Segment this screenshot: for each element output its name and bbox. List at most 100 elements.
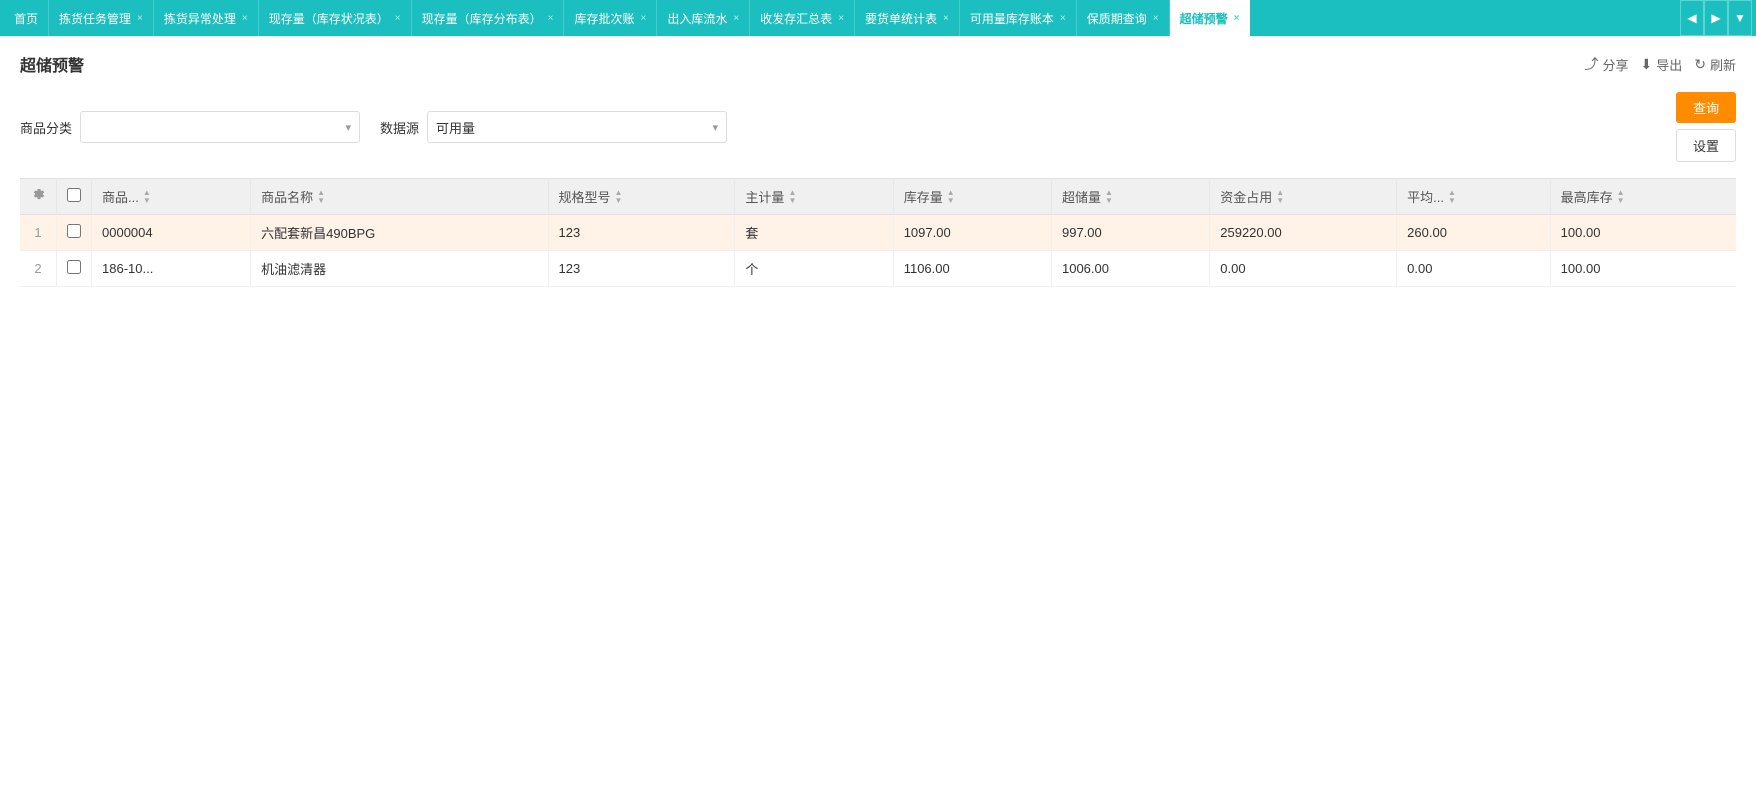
th-spec-label: 规格型号 (559, 187, 611, 206)
query-button[interactable]: 查询 (1676, 92, 1736, 123)
nav-tab-receipt-summary[interactable]: 收发存汇总表 × (750, 0, 855, 36)
close-icon[interactable]: × (1234, 13, 1240, 24)
th-gear (20, 179, 57, 215)
data-table: 商品... ▲▼ 商品名称 ▲▼ 规格型号 ▲▼ (20, 178, 1736, 287)
nav-tab-pick-task[interactable]: 拣货任务管理 × (49, 0, 154, 36)
gear-icon[interactable] (30, 187, 46, 203)
row-checkbox[interactable] (67, 260, 81, 274)
datasource-select[interactable]: 可用量 ▾ (427, 111, 727, 143)
page-title: 超储预警 (20, 52, 84, 76)
page-container: 超储预警 ⤴ 分享 ⬇ 导出 ↻ 刷新 商品分类 ▾ 数据源 (0, 36, 1756, 800)
overstock: 1006.00 (1051, 251, 1209, 287)
nav-tab-demand-stat[interactable]: 要货单统计表 × (855, 0, 960, 36)
select-all-checkbox[interactable] (67, 188, 81, 202)
close-icon[interactable]: × (548, 13, 554, 24)
th-product-name-label: 商品名称 (261, 187, 313, 206)
share-label: 分享 (1602, 55, 1628, 74)
close-icon[interactable]: × (640, 13, 646, 24)
sort-icon[interactable]: ▲▼ (947, 189, 955, 205)
nav-more-button[interactable]: ▼ (1728, 0, 1752, 36)
top-navigation: 首页 拣货任务管理 × 拣货异常处理 × 现存量（库存状况表） × 现存量（库存… (0, 0, 1756, 36)
th-stock-label: 库存量 (904, 187, 943, 206)
overstock: 997.00 (1051, 215, 1209, 251)
stock: 1097.00 (893, 215, 1051, 251)
refresh-icon: ↻ (1694, 56, 1706, 73)
nav-prev-button[interactable]: ◀ (1680, 0, 1704, 36)
close-icon[interactable]: × (242, 13, 248, 24)
th-capital-label: 资金占用 (1220, 187, 1272, 206)
datasource-select-value: 可用量 (436, 118, 475, 137)
stock: 1106.00 (893, 251, 1051, 287)
nav-tab-home[interactable]: 首页 (4, 0, 49, 36)
row-checkbox-cell (57, 251, 92, 287)
refresh-label: 刷新 (1710, 55, 1736, 74)
product-code: 0000004 (92, 215, 251, 251)
th-stock: 库存量 ▲▼ (893, 179, 1051, 215)
avg: 0.00 (1397, 251, 1551, 287)
table-row: 1 0000004 六配套新昌490BPG 123 套 1097.00 997.… (20, 215, 1736, 251)
settings-button[interactable]: 设置 (1676, 129, 1736, 162)
refresh-button[interactable]: ↻ 刷新 (1694, 55, 1736, 74)
th-product-code-label: 商品... (102, 187, 139, 206)
nav-tab-overstock[interactable]: 超储预警 × (1170, 0, 1251, 36)
category-filter-group: 商品分类 ▾ (20, 111, 360, 143)
close-icon[interactable]: × (1153, 13, 1159, 24)
th-spec: 规格型号 ▲▼ (548, 179, 735, 215)
nav-tab-batch-account[interactable]: 库存批次账 × (564, 0, 657, 36)
sort-icon[interactable]: ▲▼ (1276, 189, 1284, 205)
sort-icon[interactable]: ▲▼ (1448, 189, 1456, 205)
datasource-filter-label: 数据源 (380, 118, 419, 137)
nav-tab-shelf-life[interactable]: 保质期查询 × (1077, 0, 1170, 36)
row-checkbox[interactable] (67, 224, 81, 238)
nav-next-button[interactable]: ▶ (1704, 0, 1728, 36)
datasource-filter-group: 数据源 可用量 ▾ (380, 111, 727, 143)
spec: 123 (548, 251, 735, 287)
sort-icon[interactable]: ▲▼ (1617, 189, 1625, 205)
filter-row: 商品分类 ▾ 数据源 可用量 ▾ 查询 设置 (20, 92, 1736, 162)
sort-icon[interactable]: ▲▼ (1105, 189, 1113, 205)
nav-tab-available-account[interactable]: 可用量库存账本 × (960, 0, 1077, 36)
export-button[interactable]: ⬇ 导出 (1641, 55, 1683, 74)
capital: 259220.00 (1210, 215, 1397, 251)
header-actions: ⤴ 分享 ⬇ 导出 ↻ 刷新 (1584, 54, 1736, 74)
nav-tab-pick-abnormal[interactable]: 拣货异常处理 × (154, 0, 259, 36)
max-stock: 100.00 (1550, 251, 1736, 287)
close-icon[interactable]: × (943, 13, 949, 24)
table-row: 2 186-10... 机油滤清器 123 个 1106.00 1006.00 … (20, 251, 1736, 287)
nav-tab-overstock-label: 超储预警 (1180, 10, 1228, 27)
th-checkbox (57, 179, 92, 215)
unit: 个 (735, 251, 893, 287)
nav-tab-stock-dist[interactable]: 现存量（库存分布表） × (412, 0, 565, 36)
nav-tab-shelf-life-label: 保质期查询 (1087, 10, 1147, 27)
product-code: 186-10... (92, 251, 251, 287)
category-filter-label: 商品分类 (20, 118, 72, 137)
nav-tab-pick-abnormal-label: 拣货异常处理 (164, 10, 236, 27)
close-icon[interactable]: × (137, 13, 143, 24)
th-product-name: 商品名称 ▲▼ (251, 179, 548, 215)
row-checkbox-cell (57, 215, 92, 251)
close-icon[interactable]: × (838, 13, 844, 24)
chevron-down-icon: ▾ (345, 121, 351, 134)
nav-tab-inout-flow[interactable]: 出入库流水 × (657, 0, 750, 36)
close-icon[interactable]: × (395, 13, 401, 24)
sort-icon[interactable]: ▲▼ (615, 189, 623, 205)
sort-icon[interactable]: ▲▼ (143, 189, 151, 205)
close-icon[interactable]: × (1060, 13, 1066, 24)
category-select[interactable]: ▾ (80, 111, 360, 143)
th-unit-label: 主计量 (745, 187, 784, 206)
share-icon: ⤴ (1584, 54, 1598, 74)
capital: 0.00 (1210, 251, 1397, 287)
sort-icon[interactable]: ▲▼ (788, 189, 796, 205)
th-overstock: 超储量 ▲▼ (1051, 179, 1209, 215)
nav-arrows: ◀ ▶ ▼ (1680, 0, 1752, 36)
nav-tab-pick-task-label: 拣货任务管理 (59, 10, 131, 27)
chevron-down-icon: ▾ (713, 121, 719, 134)
table-header-row: 商品... ▲▼ 商品名称 ▲▼ 规格型号 ▲▼ (20, 179, 1736, 215)
nav-tab-stock-status[interactable]: 现存量（库存状况表） × (259, 0, 412, 36)
close-icon[interactable]: × (733, 13, 739, 24)
nav-tab-stock-status-label: 现存量（库存状况表） (269, 10, 389, 27)
sort-icon[interactable]: ▲▼ (317, 189, 325, 205)
nav-tab-home-label: 首页 (14, 10, 38, 27)
share-button[interactable]: ⤴ 分享 (1584, 54, 1628, 74)
export-icon: ⬇ (1641, 56, 1653, 73)
